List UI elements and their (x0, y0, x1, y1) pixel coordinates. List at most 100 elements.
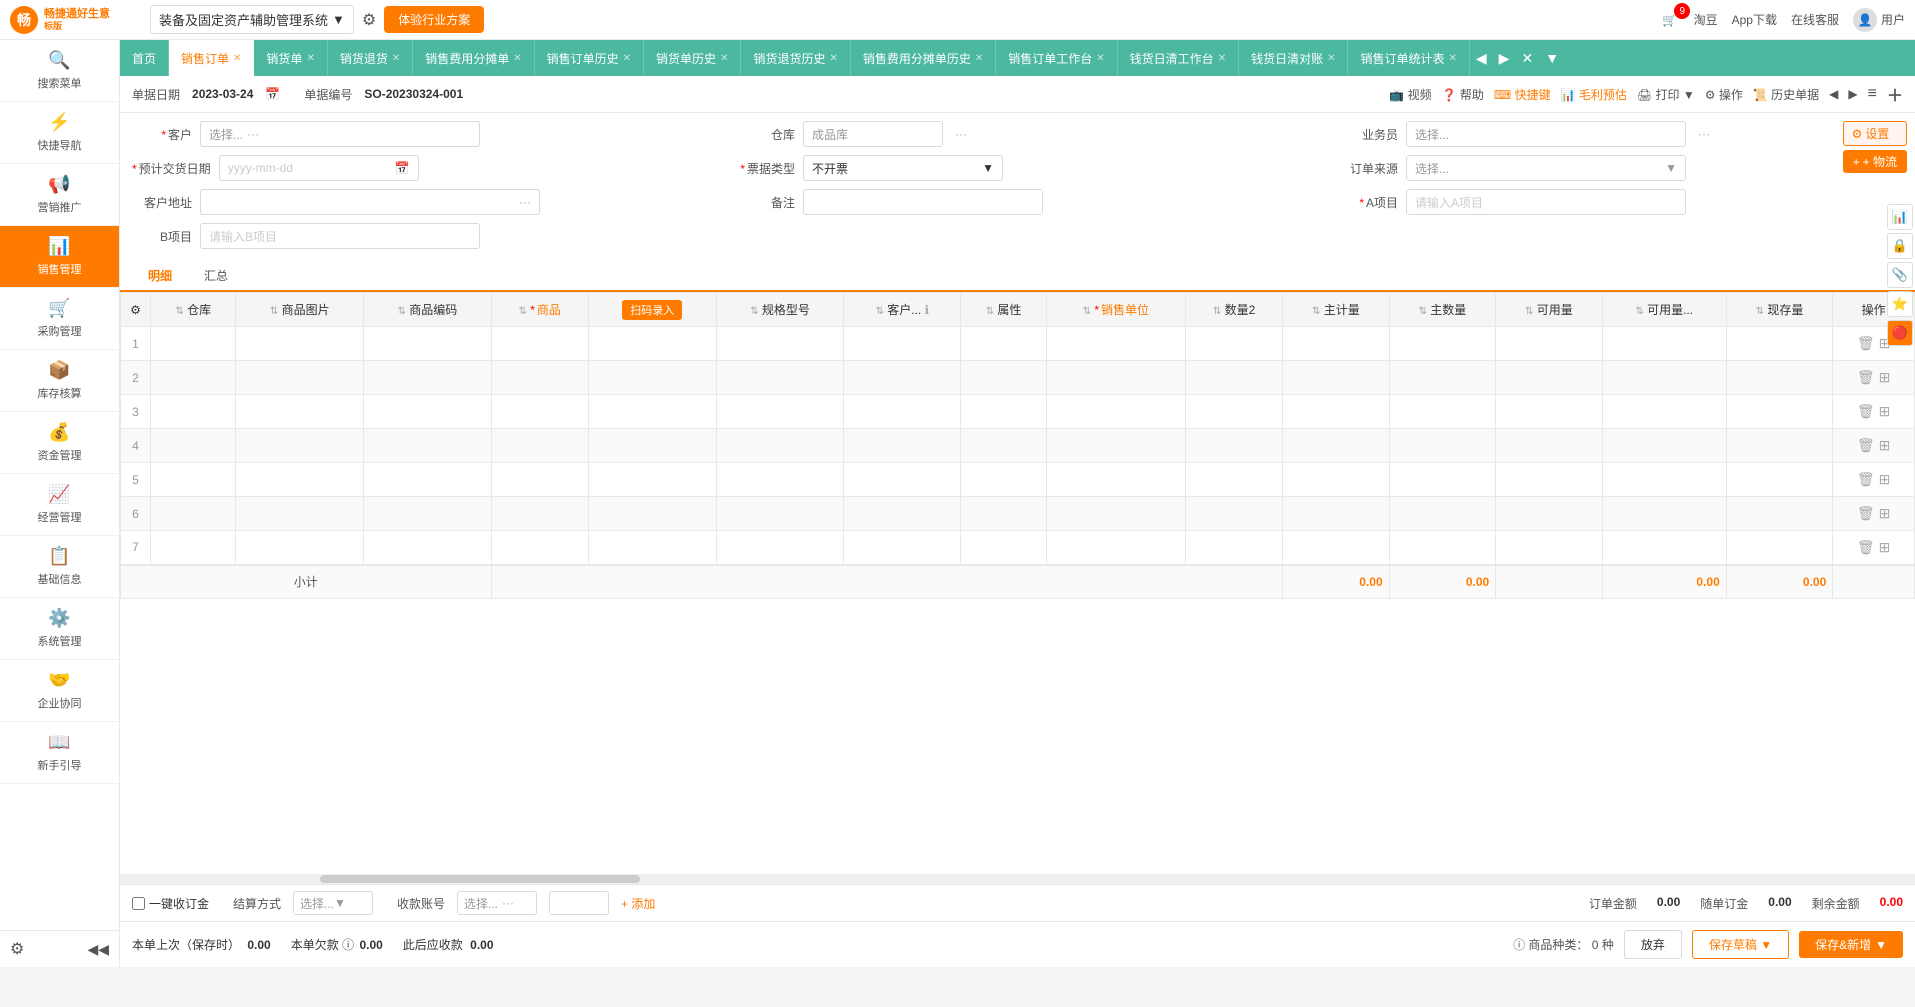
tab-close-cash-workbench[interactable]: ✕ (1218, 53, 1226, 64)
sidebar-item-collab[interactable]: 🤝 企业协同 (0, 660, 119, 722)
th-unit[interactable]: ⇅ *销售单位 (1046, 293, 1185, 327)
history-btn[interactable]: 📜 历史单据 (1753, 86, 1819, 103)
save-draft-btn[interactable]: 保存草稿 ▼ (1692, 930, 1789, 959)
tab-nav-next[interactable]: ▶ (1493, 50, 1516, 67)
th-warehouse[interactable]: ⇅ 仓库 (151, 293, 236, 327)
b-project-input[interactable]: 请输入B项目 (200, 223, 480, 249)
sidebar-item-marketing[interactable]: 📢 营销推广 (0, 164, 119, 226)
tab-expense[interactable]: 销售费用分摊单 ✕ (413, 40, 534, 76)
row-1-code[interactable] (364, 327, 492, 361)
sidebar-item-nav[interactable]: ⚡ 快捷导航 (0, 102, 119, 164)
tab-return-hist[interactable]: 销货退货历史 ✕ (741, 40, 850, 76)
right-panel-star[interactable]: ⭐ (1887, 291, 1913, 317)
settings-btn[interactable]: ⚙ 设置 (1843, 121, 1907, 146)
th-main-unit[interactable]: ⇅ 主计量 (1283, 293, 1390, 327)
address-input[interactable]: ··· (200, 189, 540, 215)
shortcut-btn[interactable]: ⌨ 快捷键 (1494, 86, 1551, 103)
th-scan[interactable]: 扫码录入 (588, 293, 716, 327)
tab-detail[interactable]: 明细 (132, 261, 188, 292)
remark-input[interactable] (803, 189, 1043, 215)
new-record-btn[interactable]: ＋ (1887, 82, 1903, 106)
tab-close-order-hist[interactable]: ✕ (623, 53, 631, 64)
copy-icon-5[interactable]: ⊞ (1879, 471, 1891, 488)
settings-icon[interactable]: ⚙ (362, 10, 376, 30)
tab-home[interactable]: 首页 (120, 40, 169, 76)
warehouse-more-btn[interactable]: ··· (951, 127, 967, 141)
tab-nav-list[interactable]: ▼ (1539, 50, 1565, 66)
sidebar-collapse-icon[interactable]: ◀◀ (87, 941, 109, 958)
discard-btn[interactable]: 放弃 (1624, 930, 1682, 959)
table-scrollbar[interactable] (120, 874, 1915, 884)
app-download[interactable]: App下载 (1732, 11, 1777, 28)
tab-sales-stats[interactable]: 销售订单统计表 ✕ (1348, 40, 1469, 76)
delivery-input[interactable]: yyyy-mm-dd 📅 (219, 155, 419, 181)
view-btn[interactable]: 📺 视频 (1389, 86, 1431, 103)
row-1-product[interactable] (491, 327, 588, 361)
tab-return[interactable]: 销货退货 ✕ (328, 40, 413, 76)
th-available2[interactable]: ⇅ 可用量... (1602, 293, 1726, 327)
row-1-available2[interactable] (1602, 327, 1726, 361)
row-1-spec[interactable] (716, 327, 844, 361)
tab-cash-reconcile[interactable]: 钱货日清对账 ✕ (1239, 40, 1348, 76)
scroll-thumb[interactable] (320, 875, 640, 883)
delete-icon-7[interactable]: 🗑 (1857, 539, 1875, 556)
tab-cash-workbench[interactable]: 钱货日清工作台 ✕ (1118, 40, 1239, 76)
delete-icon-3[interactable]: 🗑 (1857, 403, 1875, 420)
right-panel-alert[interactable]: 🔴 (1887, 320, 1913, 346)
sidebar-settings-icon[interactable]: ⚙ (10, 939, 24, 959)
th-available[interactable]: ⇅ 可用量 (1496, 293, 1603, 327)
sidebar-item-basic[interactable]: 📋 基础信息 (0, 536, 119, 598)
tab-invoice[interactable]: 销货单 ✕ (254, 40, 327, 76)
pay-method-select[interactable]: 选择... ▼ (293, 891, 373, 915)
copy-icon-7[interactable]: ⊞ (1879, 539, 1891, 556)
row-1-customer-code[interactable] (844, 327, 961, 361)
tab-order-workbench[interactable]: 销售订单工作台 ✕ (996, 40, 1117, 76)
tab-sales-order[interactable]: 销售订单 ✕ (169, 40, 254, 76)
prev-record-btn[interactable]: ◀ (1829, 87, 1838, 101)
system-name[interactable]: 装备及固定资产辅助管理系统 ▼ (150, 5, 354, 34)
save-new-btn[interactable]: 保存&新增 ▼ (1799, 931, 1903, 958)
warehouse-input[interactable]: 成品库 (803, 121, 943, 147)
tab-close-cash-reconcile[interactable]: ✕ (1327, 53, 1335, 64)
scan-btn[interactable]: 扫码录入 (622, 300, 682, 320)
right-panel-lock[interactable]: 🔒 (1887, 233, 1913, 259)
delete-icon-4[interactable]: 🗑 (1857, 437, 1875, 454)
row-1-qty2[interactable] (1185, 327, 1282, 361)
account-input[interactable]: 选择... ··· (457, 891, 537, 915)
copy-icon-3[interactable]: ⊞ (1879, 403, 1891, 420)
account-more-btn[interactable]: ··· (498, 896, 514, 910)
tab-close-sales-stats[interactable]: ✕ (1449, 53, 1457, 64)
calendar-icon[interactable]: 📅 (265, 87, 280, 101)
list-view-btn[interactable]: ≡ (1868, 85, 1877, 103)
th-spec[interactable]: ⇅ 规格型号 (716, 293, 844, 327)
a-project-input[interactable]: 请输入A项目 (1406, 189, 1686, 215)
invoice-select[interactable]: 不开票 ▼ (803, 155, 1003, 181)
order-source-input[interactable]: 选择... ▼ (1406, 155, 1686, 181)
row-1-available[interactable] (1496, 327, 1603, 361)
staff-more-btn[interactable]: ··· (1694, 127, 1710, 141)
sidebar-item-finance[interactable]: 💰 资金管理 (0, 412, 119, 474)
copy-icon-6[interactable]: ⊞ (1879, 505, 1891, 522)
tab-close-return[interactable]: ✕ (392, 53, 400, 64)
th-product[interactable]: ⇅ *商品 (491, 293, 588, 327)
delete-icon-1[interactable]: 🗑 (1857, 335, 1875, 352)
tab-invoice-hist[interactable]: 销货单历史 ✕ (644, 40, 741, 76)
row-1-stock[interactable] (1726, 327, 1833, 361)
right-panel-chart[interactable]: 📊 (1887, 204, 1913, 230)
copy-icon-2[interactable]: ⊞ (1879, 369, 1891, 386)
print-btn[interactable]: 🖨 打印 ▼ (1637, 86, 1695, 103)
th-stock[interactable]: ⇅ 现存量 (1726, 293, 1833, 327)
th-qty2[interactable]: ⇅ 数量2 (1185, 293, 1282, 327)
amount-input[interactable]: 0.00 (549, 891, 609, 915)
tab-close-expense[interactable]: ✕ (513, 53, 521, 64)
tab-nav-prev[interactable]: ◀ (1470, 50, 1493, 67)
tab-order-hist[interactable]: 销售订单历史 ✕ (535, 40, 644, 76)
sidebar-item-sales[interactable]: 📊 销售管理 (0, 226, 119, 288)
th-settings[interactable]: ⚙ (121, 293, 151, 327)
online-service[interactable]: 在线客服 (1791, 11, 1839, 28)
customer-input[interactable]: 选择... ··· (200, 121, 480, 147)
sidebar-item-search[interactable]: 🔍 搜索菜单 (0, 40, 119, 102)
copy-icon-4[interactable]: ⊞ (1879, 437, 1891, 454)
th-customer-code[interactable]: ⇅ 客户... ℹ (844, 293, 961, 327)
tab-expense-hist[interactable]: 销售费用分摊单历史 ✕ (851, 40, 996, 76)
